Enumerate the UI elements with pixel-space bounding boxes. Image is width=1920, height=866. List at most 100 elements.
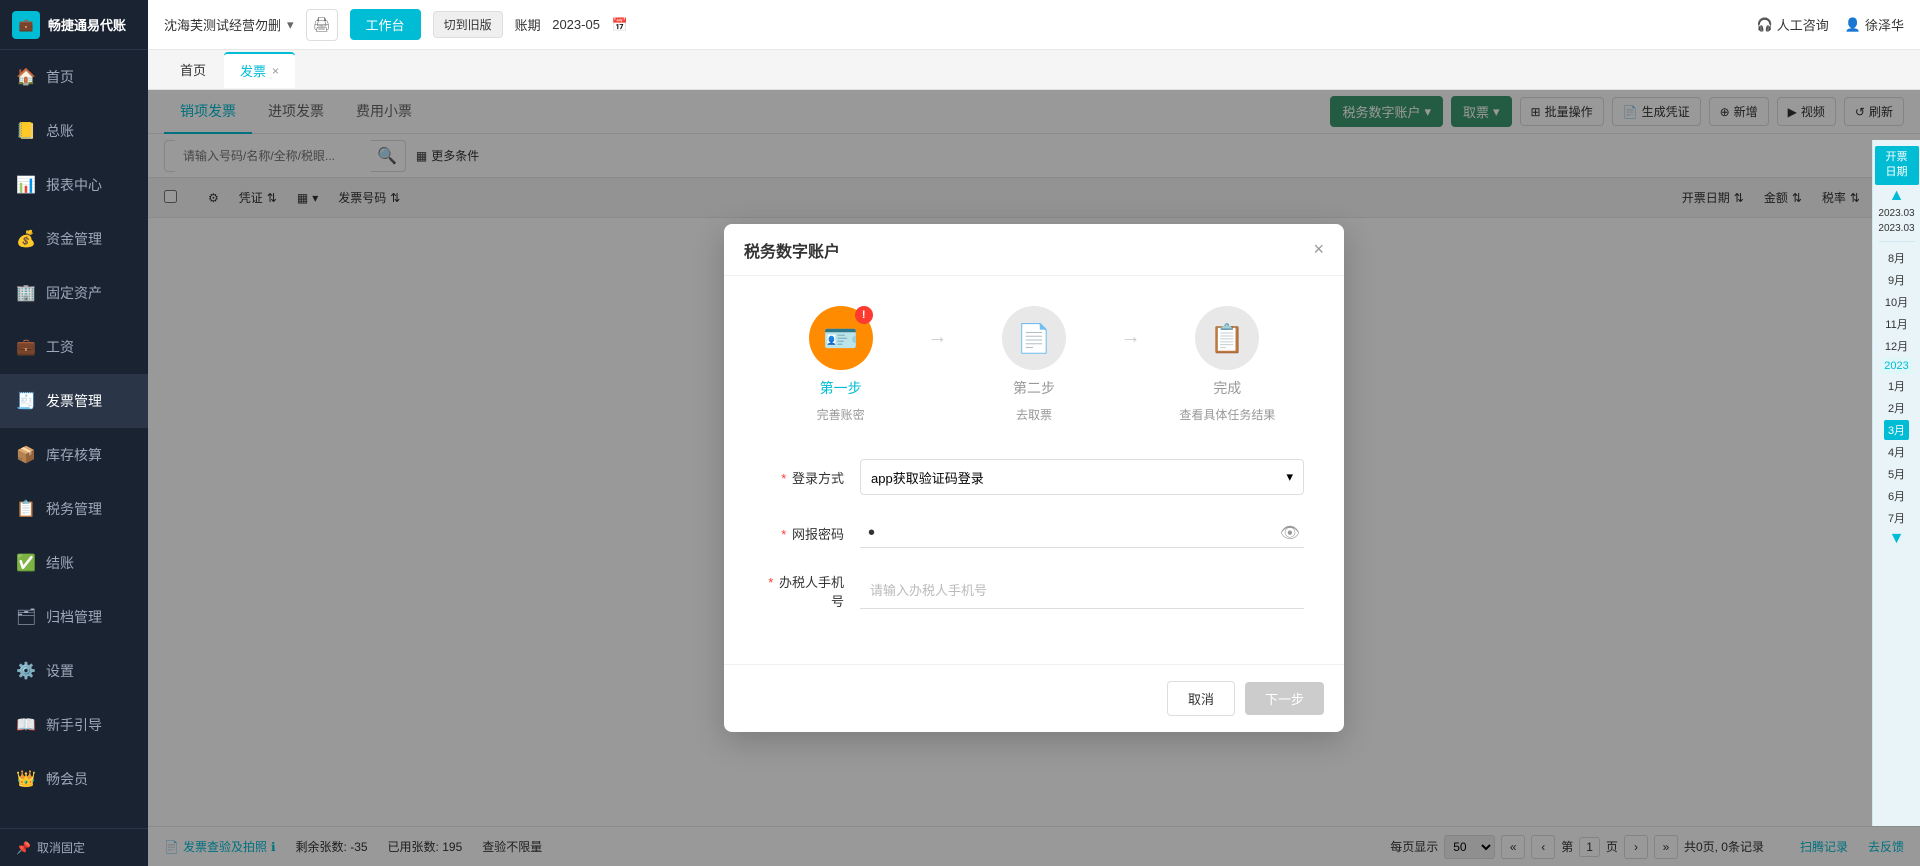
tab-close-icon[interactable]: × xyxy=(272,64,279,78)
headset-icon: 🎧 xyxy=(1757,17,1773,33)
step-1-sublabel: 完善账密 xyxy=(817,406,865,423)
month-5[interactable]: 5月 xyxy=(1884,464,1909,484)
month-6[interactable]: 6月 xyxy=(1884,486,1909,506)
step-3-sublabel: 查看具体任务结果 xyxy=(1179,406,1275,423)
login-method-label: * 登录方式 xyxy=(764,468,844,487)
tax-icon: 📋 xyxy=(16,499,36,519)
workbench-button[interactable]: 工作台 xyxy=(350,9,421,40)
sidebar-item-label: 新手引导 xyxy=(46,715,102,735)
settlement-icon: ✅ xyxy=(16,553,36,573)
sidebar-item-label: 畅会员 xyxy=(46,769,88,789)
sidebar-item-salary[interactable]: 💼 工资 xyxy=(0,320,148,374)
print-icon: 🖨 xyxy=(313,16,331,33)
company-name: 沈海芙测试经营勿删 xyxy=(164,15,281,34)
sidebar-item-guide[interactable]: 📖 新手引导 xyxy=(0,698,148,752)
panel-expand-icon[interactable]: ▲ xyxy=(1889,187,1905,205)
content-wrapper: 销项发票 进项发票 费用小票 税务数字账户 ▾ 取票 xyxy=(148,90,1920,866)
step-2: 📄 第二步 去取票 xyxy=(957,306,1110,423)
month-4[interactable]: 4月 xyxy=(1884,442,1909,462)
tabbar: 首页 发票 × xyxy=(148,50,1920,90)
sidebar-item-home[interactable]: 🏠 首页 xyxy=(0,50,148,104)
month-11[interactable]: 11月 xyxy=(1881,314,1911,334)
panel-collapse-icon[interactable]: ▼ xyxy=(1889,530,1905,548)
right-panel: 开票日期 ▲ 2023.03 2023.03 8月 9月 10月 11月 12月 xyxy=(1872,140,1920,826)
sidebar-item-label: 库存核算 xyxy=(46,445,102,465)
logo-text: 畅捷通易代账 xyxy=(48,15,126,34)
month-3-active[interactable]: 3月 xyxy=(1884,420,1909,440)
step-2-sublabel: 去取票 xyxy=(1016,406,1052,423)
step-1-icon: 🪪 ! xyxy=(809,306,873,370)
home-icon: 🏠 xyxy=(16,67,36,87)
sidebar-item-label: 设置 xyxy=(46,661,74,681)
tab-home[interactable]: 首页 xyxy=(164,52,222,88)
sidebar-item-funds[interactable]: 💰 资金管理 xyxy=(0,212,148,266)
user-avatar-icon: 👤 xyxy=(1845,17,1861,33)
step-3-icon: 📋 xyxy=(1195,306,1259,370)
sidebar-item-tax[interactable]: 📋 税务管理 xyxy=(0,482,148,536)
sidebar-item-reports[interactable]: 📊 报表中心 xyxy=(0,158,148,212)
login-method-select[interactable]: app获取验证码登录 ▾ xyxy=(860,459,1304,495)
month-12[interactable]: 12月 xyxy=(1881,336,1912,356)
password-field: • 👁 xyxy=(860,519,1304,548)
period-value: 2023-05 xyxy=(552,17,600,32)
sidebar-item-label: 发票管理 xyxy=(46,391,102,411)
month-10[interactable]: 10月 xyxy=(1881,292,1912,312)
company-chevron-icon: ▾ xyxy=(287,17,294,33)
sidebar-item-assets[interactable]: 🏢 固定资产 xyxy=(0,266,148,320)
sidebar-item-archive[interactable]: 🗂 归档管理 xyxy=(0,590,148,644)
invoice-icon: 🧾 xyxy=(16,391,36,411)
service-button[interactable]: 🎧 人工咨询 xyxy=(1757,15,1829,34)
step-3: 📋 完成 查看具体任务结果 xyxy=(1151,306,1304,423)
steps-indicator: 🪪 ! 第一步 完善账密 → 📄 xyxy=(764,306,1304,423)
logo-icon: 💼 xyxy=(12,11,40,39)
month-2[interactable]: 2月 xyxy=(1884,398,1909,418)
year-2023[interactable]: 2023 xyxy=(1880,358,1912,374)
tab-invoice[interactable]: 发票 × xyxy=(224,52,295,88)
password-dot: • xyxy=(860,522,875,545)
funds-icon: 💰 xyxy=(16,229,36,249)
phone-input[interactable] xyxy=(860,573,1304,609)
open-date-panel-button[interactable]: 开票日期 xyxy=(1875,146,1919,185)
sidebar-item-member[interactable]: 👑 畅会员 xyxy=(0,752,148,806)
user-menu[interactable]: 👤 徐泽华 xyxy=(1845,15,1904,34)
sidebar-item-inventory[interactable]: 📦 库存核算 xyxy=(0,428,148,482)
sidebar-logo: 💼 畅捷通易代账 xyxy=(0,0,148,50)
sidebar-item-label: 归档管理 xyxy=(46,607,102,627)
dialog-close-button[interactable]: × xyxy=(1313,239,1324,260)
main-area: 沈海芙测试经营勿删 ▾ 🖨 工作台 切到旧版 账期 2023-05 📅 🎧 人工… xyxy=(148,0,1920,866)
toggle-password-icon[interactable]: 👁 xyxy=(1276,519,1304,547)
period-range-1: 2023.03 xyxy=(1878,207,1914,220)
sidebar-item-ledger[interactable]: 📒 总账 xyxy=(0,104,148,158)
step-2-label: 第二步 xyxy=(1013,378,1055,398)
calendar-icon: 📅 xyxy=(612,17,628,33)
sidebar-cancel-pin[interactable]: 📌 取消固定 xyxy=(0,828,148,866)
salary-icon: 💼 xyxy=(16,337,36,357)
company-selector[interactable]: 沈海芙测试经营勿删 ▾ xyxy=(164,15,294,34)
switch-version-button[interactable]: 切到旧版 xyxy=(433,11,503,38)
month-7[interactable]: 7月 xyxy=(1884,508,1909,528)
print-button[interactable]: 🖨 xyxy=(306,9,338,41)
phone-row: * 办税人手机号 xyxy=(764,572,1304,610)
dialog-footer: 取消 下一步 xyxy=(724,664,1344,732)
ledger-icon: 📒 xyxy=(16,121,36,141)
month-9[interactable]: 9月 xyxy=(1884,270,1909,290)
step-arrow-2: → xyxy=(1111,326,1151,349)
password-label: * 网报密码 xyxy=(764,524,844,543)
month-8[interactable]: 8月 xyxy=(1884,248,1909,268)
next-step-button[interactable]: 下一步 xyxy=(1245,682,1324,715)
sidebar-item-invoice[interactable]: 🧾 发票管理 xyxy=(0,374,148,428)
dialog-body: 🪪 ! 第一步 完善账密 → 📄 xyxy=(724,276,1344,664)
reports-icon: 📊 xyxy=(16,175,36,195)
cancel-button[interactable]: 取消 xyxy=(1167,681,1235,716)
assets-icon: 🏢 xyxy=(16,283,36,303)
sidebar-item-settings[interactable]: ⚙️ 设置 xyxy=(0,644,148,698)
sidebar-item-label: 总账 xyxy=(46,121,74,141)
settings-icon: ⚙️ xyxy=(16,661,36,681)
topbar: 沈海芙测试经营勿删 ▾ 🖨 工作台 切到旧版 账期 2023-05 📅 🎧 人工… xyxy=(148,0,1920,50)
dialog-header: 税务数字账户 × xyxy=(724,224,1344,276)
password-row: * 网报密码 • 👁 xyxy=(764,519,1304,548)
step-2-icon: 📄 xyxy=(1002,306,1066,370)
dialog-title: 税务数字账户 xyxy=(744,238,840,262)
sidebar-item-settlement[interactable]: ✅ 结账 xyxy=(0,536,148,590)
month-1[interactable]: 1月 xyxy=(1884,376,1909,396)
